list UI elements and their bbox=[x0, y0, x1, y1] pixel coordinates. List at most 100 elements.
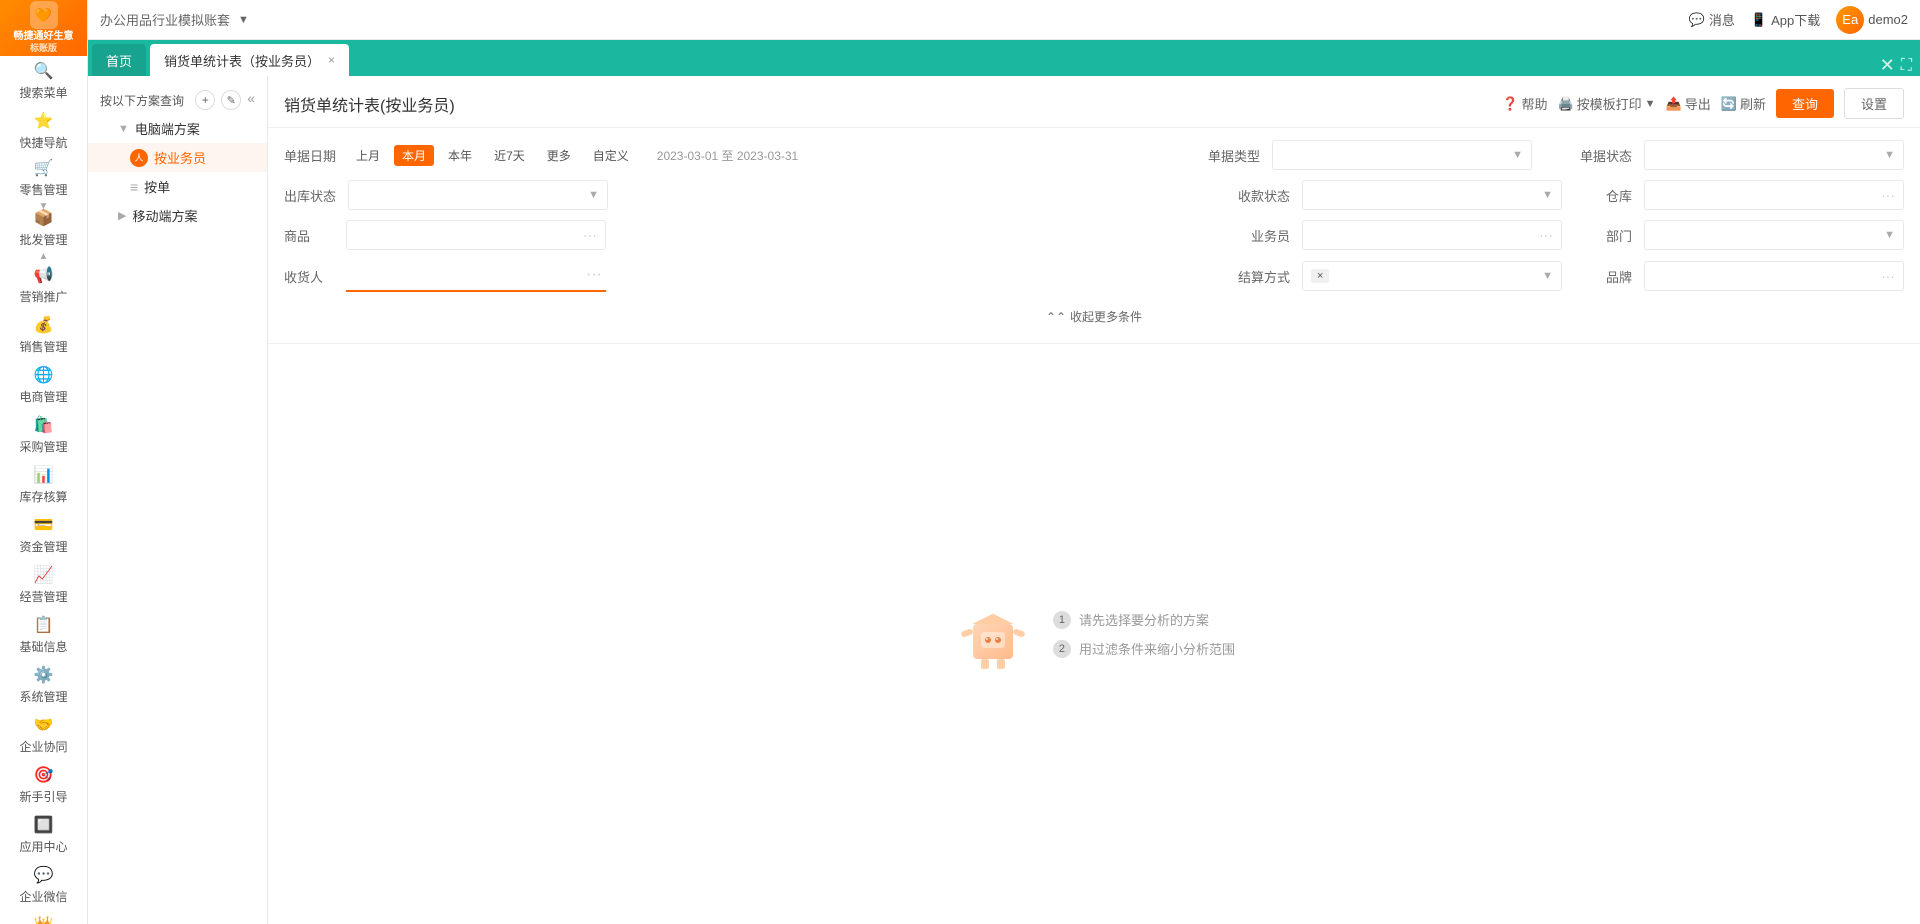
sidebar-item-quicknav[interactable]: ⭐ 快捷导航 bbox=[0, 106, 88, 156]
filter-row-3: 商品 ··· 业务员 ··· 部门 ▼ bbox=[284, 220, 1904, 250]
sidebar-item-label: 企业微信 bbox=[19, 888, 67, 905]
settings-btn[interactable]: 设置 bbox=[1844, 88, 1904, 119]
order-icon: ≡ bbox=[130, 179, 138, 195]
last-month-btn[interactable]: 上月 bbox=[348, 145, 388, 166]
print-icon: 🖨️ bbox=[1557, 96, 1573, 112]
left-panel-title: 按以下方案查询 bbox=[100, 92, 184, 109]
sidebar-item-system[interactable]: ⚙️ 系统管理 bbox=[0, 660, 88, 710]
doc-status-select[interactable]: ▼ bbox=[1644, 140, 1904, 170]
this-month-btn[interactable]: 本月 bbox=[394, 145, 434, 166]
add-scheme-btn[interactable]: + bbox=[195, 90, 215, 110]
tab-maximize: ✕ ⛶ bbox=[1880, 55, 1912, 76]
sidebar-item-appcenter[interactable]: 🔲 应用中心 bbox=[0, 810, 88, 860]
brand-select[interactable]: ··· bbox=[1644, 261, 1904, 291]
refresh-btn[interactable]: 🔄 刷新 bbox=[1721, 94, 1766, 113]
doc-status-label: 单据状态 bbox=[1572, 146, 1632, 165]
tab-home[interactable]: 首页 bbox=[92, 44, 146, 76]
sidebar-item-finance[interactable]: 💳 资金管理 bbox=[0, 510, 88, 560]
outbound-label: 出库状态 bbox=[284, 186, 336, 205]
department-select[interactable]: ▼ bbox=[1644, 220, 1904, 250]
outbound-select[interactable]: ▼ bbox=[348, 180, 608, 210]
sidebar-item-label: 新手引导 bbox=[19, 788, 67, 805]
tab-close-btn[interactable]: × bbox=[328, 53, 335, 67]
help-btn[interactable]: ❓ 帮助 bbox=[1502, 94, 1547, 113]
wholesale-icon: 📦 bbox=[34, 208, 54, 228]
maximize-icon[interactable]: ⛶ bbox=[1901, 57, 1912, 75]
last7-btn[interactable]: 近7天 bbox=[486, 145, 533, 166]
payment-select[interactable]: ▼ bbox=[1302, 180, 1562, 210]
sidebar-item-ecommerce[interactable]: 🌐 电商管理 bbox=[0, 360, 88, 410]
sidebar-item-label: 销售管理 bbox=[19, 338, 67, 355]
quicknav-icon: ⭐ bbox=[34, 111, 54, 131]
sidebar-item-wholesale[interactable]: 📦 批发管理 ▲ bbox=[0, 210, 88, 260]
tab-active[interactable]: 销货单统计表（按业务员） × bbox=[150, 44, 349, 76]
tip-num-2: 2 bbox=[1053, 640, 1071, 658]
logo-icon: 🧡 bbox=[30, 1, 58, 29]
tree-section-label: 移动端方案 bbox=[132, 206, 197, 225]
this-year-btn[interactable]: 本年 bbox=[440, 145, 480, 166]
sidebar-item-newuser[interactable]: 🎯 新手引导 bbox=[0, 760, 88, 810]
sidebar-item-label: 快捷导航 bbox=[19, 134, 67, 151]
app-logo: 🧡 畅捷通好生意 标账版 bbox=[0, 0, 88, 56]
sidebar-item-member[interactable]: 👑 畅会员 bbox=[0, 910, 88, 924]
collapse-panel-btn[interactable]: « bbox=[247, 90, 255, 110]
expand-arrow-icon: ▼ bbox=[118, 123, 129, 135]
print-btn[interactable]: 🖨️ 按模板打印 ▼ bbox=[1557, 94, 1655, 113]
sidebar-item-basicinfo[interactable]: 📋 基础信息 bbox=[0, 610, 88, 660]
filter-row-1: 单据日期 上月 本月 本年 近7天 更多 自定义 2023-03-01 至 20… bbox=[284, 140, 1904, 170]
query-btn[interactable]: 查询 bbox=[1776, 89, 1834, 118]
sidebar-item-enterprise[interactable]: 🤝 企业协同 bbox=[0, 710, 88, 760]
date-label: 单据日期 bbox=[284, 146, 336, 165]
expand-arrow-icon: ▶ bbox=[118, 209, 126, 222]
filter-area: 单据日期 上月 本月 本年 近7天 更多 自定义 2023-03-01 至 20… bbox=[268, 128, 1920, 344]
message-icon: 💬 bbox=[1689, 12, 1705, 28]
sidebar-item-operations[interactable]: 📈 经营管理 bbox=[0, 560, 88, 610]
more-btn[interactable]: 更多 bbox=[539, 145, 579, 166]
department-label: 部门 bbox=[1602, 226, 1632, 245]
empty-tips: 1 请先选择要分析的方案 2 用过滤条件来缩小分析范围 bbox=[1053, 610, 1235, 658]
sidebar-item-retail[interactable]: 🛒 零售管理 ▼ bbox=[0, 160, 88, 210]
export-btn[interactable]: 📤 导出 bbox=[1666, 94, 1711, 113]
consignee-input[interactable] bbox=[350, 260, 582, 290]
page-title: 销货单统计表(按业务员) bbox=[284, 92, 455, 116]
warehouse-select[interactable]: ··· bbox=[1644, 180, 1904, 210]
edit-scheme-btn[interactable]: ✎ bbox=[221, 90, 241, 110]
breadcrumb-dropdown[interactable]: ▼ bbox=[238, 14, 249, 26]
sidebar-item-label: 企业协同 bbox=[19, 738, 67, 755]
settlement-select[interactable]: × ▼ bbox=[1302, 261, 1562, 291]
collapse-filters-btn[interactable]: ⌃⌃ 收起更多条件 bbox=[284, 302, 1904, 331]
sidebar-item-wechat[interactable]: 💬 企业微信 bbox=[0, 860, 88, 910]
salesperson-select[interactable]: ··· bbox=[1302, 220, 1562, 250]
sidebar-item-label: 采购管理 bbox=[19, 438, 67, 455]
settlement-clear-tag[interactable]: × bbox=[1311, 269, 1329, 283]
message-btn[interactable]: 💬 消息 bbox=[1689, 10, 1735, 29]
app-download-btn[interactable]: 📱 App下载 bbox=[1751, 10, 1820, 29]
goods-select[interactable]: ··· bbox=[346, 220, 606, 250]
sidebar-item-purchase[interactable]: 🛍️ 采购管理 bbox=[0, 410, 88, 460]
sidebar-item-marketing[interactable]: 📢 营销推广 bbox=[0, 260, 88, 310]
sidebar-item-label: 系统管理 bbox=[19, 688, 67, 705]
tip-text-2: 用过滤条件来缩小分析范围 bbox=[1079, 639, 1235, 658]
custom-btn[interactable]: 自定义 bbox=[585, 145, 637, 166]
finance-icon: 💳 bbox=[34, 515, 54, 535]
warehouse-label: 仓库 bbox=[1602, 186, 1632, 205]
consignee-label: 收货人 bbox=[284, 267, 334, 286]
payment-label: 收款状态 bbox=[1230, 186, 1290, 205]
doc-type-select[interactable]: ▼ bbox=[1272, 140, 1532, 170]
sidebar-item-label: 搜索菜单 bbox=[19, 84, 67, 101]
operations-icon: 📈 bbox=[34, 565, 54, 585]
sidebar-item-inventory[interactable]: 📊 库存核算 bbox=[0, 460, 88, 510]
settlement-label: 结算方式 bbox=[1230, 267, 1290, 286]
retail-icon: 🛒 bbox=[34, 158, 54, 178]
ecommerce-icon: 🌐 bbox=[34, 365, 54, 385]
brand-label: 品牌 bbox=[1602, 267, 1632, 286]
close-window-icon[interactable]: ✕ bbox=[1880, 55, 1895, 76]
person-icon: 人 bbox=[130, 149, 148, 167]
tree-section-desktop[interactable]: ▼ 电脑端方案 bbox=[88, 114, 267, 143]
tree-item-by-order[interactable]: ≡ 按单 bbox=[88, 172, 267, 201]
tree-section-mobile[interactable]: ▶ 移动端方案 bbox=[88, 201, 267, 230]
sidebar-item-search[interactable]: 🔍 搜索菜单 bbox=[0, 56, 88, 106]
sidebar-item-sales[interactable]: 💰 销售管理 bbox=[0, 310, 88, 360]
user-menu[interactable]: Ea demo2 bbox=[1836, 6, 1908, 34]
tree-item-by-salesperson[interactable]: 人 按业务员 bbox=[88, 143, 267, 172]
